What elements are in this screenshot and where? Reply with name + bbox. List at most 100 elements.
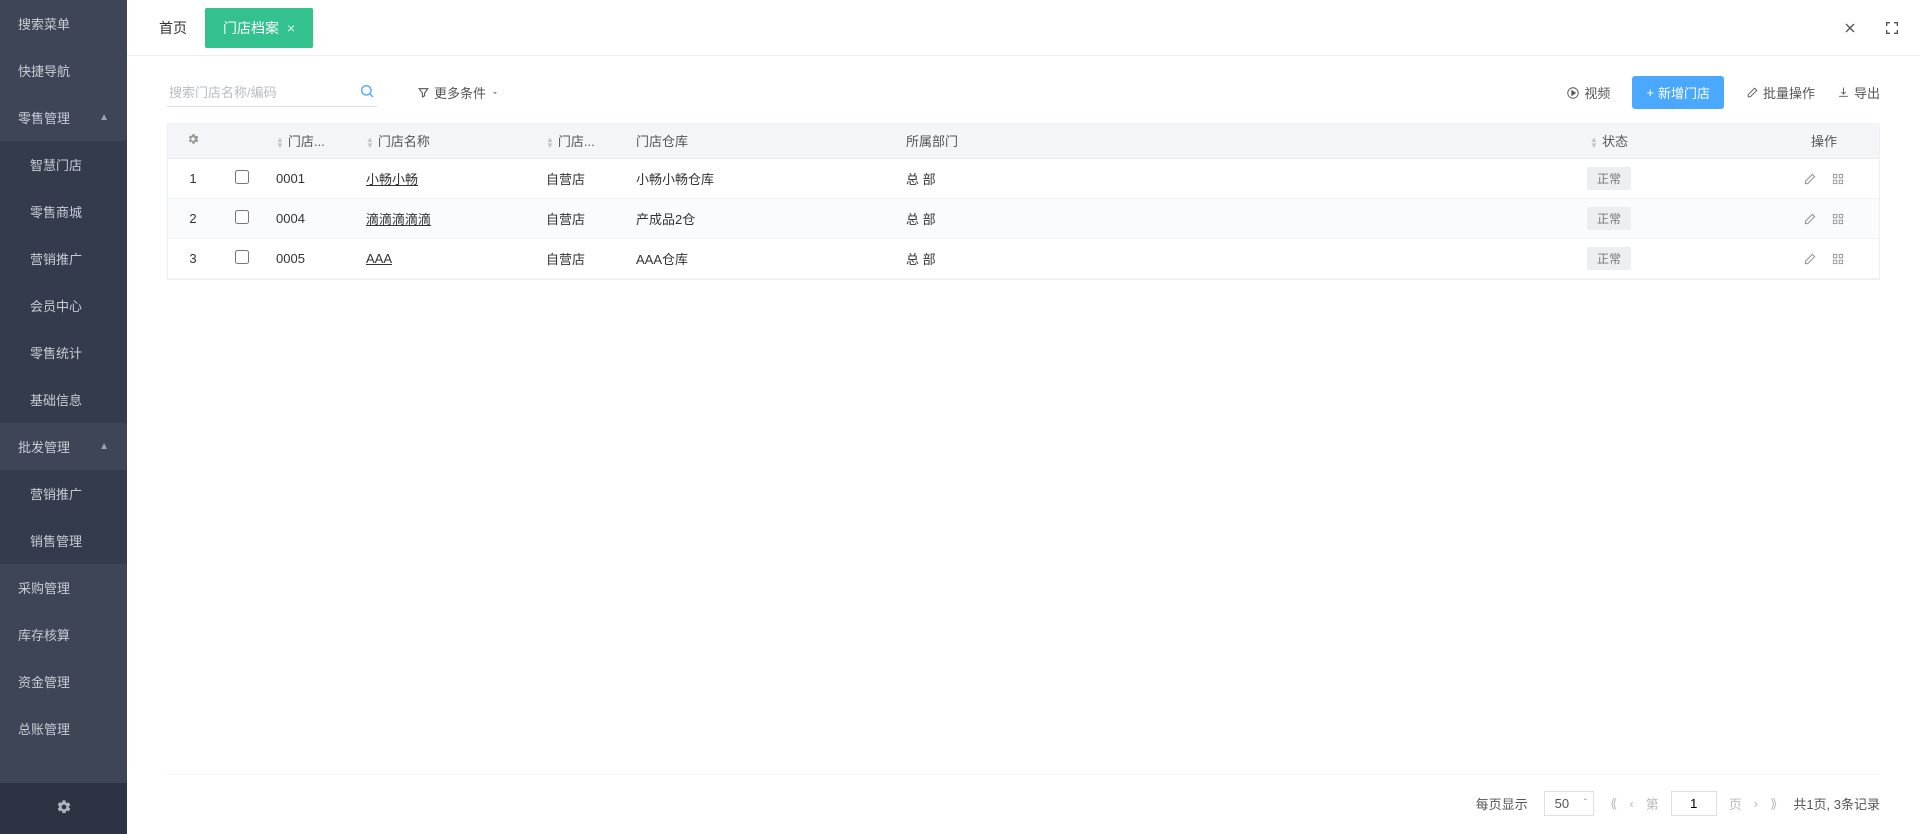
th-settings[interactable] bbox=[168, 123, 218, 159]
sidebar-item-label: 资金管理 bbox=[18, 672, 70, 691]
row-checkbox[interactable] bbox=[235, 210, 249, 224]
sidebar-item-8[interactable]: 基础信息 bbox=[0, 376, 127, 423]
row-checkbox[interactable] bbox=[235, 170, 249, 184]
settings-button[interactable] bbox=[0, 783, 127, 834]
batch-button[interactable]: 批量操作 bbox=[1746, 83, 1815, 102]
edit-icon[interactable] bbox=[1803, 252, 1817, 266]
sidebar-item-5[interactable]: 营销推广 bbox=[0, 235, 127, 282]
sidebar-item-10[interactable]: 营销推广 bbox=[0, 470, 127, 517]
export-button[interactable]: 导出 bbox=[1837, 83, 1880, 102]
search-input[interactable] bbox=[167, 79, 377, 106]
more-icon[interactable] bbox=[1831, 212, 1845, 226]
page-size-label: 每页显示 bbox=[1476, 794, 1528, 813]
store-name-link[interactable]: 小畅小畅 bbox=[366, 172, 418, 187]
next-page-button[interactable]: › bbox=[1754, 796, 1758, 811]
table-container: ▲▼门店... ▲▼门店名称 ▲▼门店... 门店仓库 所属部门 ▲▼状态 操作… bbox=[167, 123, 1880, 280]
sidebar-item-label: 会员中心 bbox=[30, 296, 82, 315]
sidebar-item-7[interactable]: 零售统计 bbox=[0, 329, 127, 376]
first-page-button[interactable]: ⟪ bbox=[1610, 796, 1617, 812]
sidebar-item-label: 采购管理 bbox=[18, 578, 70, 597]
sidebar-item-9[interactable]: 批发管理▲ bbox=[0, 423, 127, 470]
row-index: 2 bbox=[168, 199, 218, 239]
store-table: ▲▼门店... ▲▼门店名称 ▲▼门店... 门店仓库 所属部门 ▲▼状态 操作… bbox=[168, 123, 1879, 279]
page-nav: ⟪ ‹ 第 页 › ⟫ bbox=[1610, 791, 1777, 816]
th-checkbox bbox=[218, 123, 266, 159]
sidebar-item-label: 搜索菜单 bbox=[18, 14, 70, 33]
plus-icon: + bbox=[1646, 85, 1654, 100]
main-content: 首页 门店档案 × 更 bbox=[127, 0, 1920, 834]
more-icon[interactable] bbox=[1831, 252, 1845, 266]
store-name-link[interactable]: AAA bbox=[366, 251, 392, 266]
th-code[interactable]: ▲▼门店... bbox=[266, 123, 356, 159]
chevron-down-icon: ˇ bbox=[1584, 798, 1587, 809]
pagination: 每页显示 50 ˇ ⟪ ‹ 第 页 › ⟫ 共1页, 3条记录 bbox=[167, 774, 1880, 816]
sidebar-item-4[interactable]: 零售商城 bbox=[0, 188, 127, 235]
tab-store-archive[interactable]: 门店档案 × bbox=[205, 8, 313, 48]
th-name[interactable]: ▲▼门店名称 bbox=[356, 123, 536, 159]
cell-warehouse: AAA仓库 bbox=[626, 239, 896, 279]
sidebar-item-1[interactable]: 快捷导航 bbox=[0, 47, 127, 94]
close-all-button[interactable] bbox=[1836, 14, 1864, 42]
video-label: 视频 bbox=[1584, 83, 1610, 102]
th-type[interactable]: ▲▼门店... bbox=[536, 123, 626, 159]
fullscreen-button[interactable] bbox=[1878, 14, 1906, 42]
sidebar-item-6[interactable]: 会员中心 bbox=[0, 282, 127, 329]
add-store-label: 新增门店 bbox=[1658, 83, 1710, 102]
table-row: 20004滴滴滴滴滴自营店产成品2仓总 部正常 bbox=[168, 199, 1879, 239]
tab-home[interactable]: 首页 bbox=[141, 8, 205, 48]
cell-department: 总 部 bbox=[896, 159, 1449, 199]
sidebar-item-11[interactable]: 销售管理 bbox=[0, 517, 127, 564]
sidebar-item-label: 批发管理 bbox=[18, 437, 70, 456]
more-conditions-button[interactable]: 更多条件 bbox=[417, 83, 500, 102]
sidebar-item-label: 零售商城 bbox=[30, 202, 82, 221]
sidebar: 搜索菜单快捷导航零售管理▲智慧门店零售商城营销推广会员中心零售统计基础信息批发管… bbox=[0, 0, 127, 834]
status-badge: 正常 bbox=[1587, 167, 1631, 190]
video-button[interactable]: 视频 bbox=[1566, 83, 1610, 102]
more-conditions-label: 更多条件 bbox=[434, 83, 486, 102]
page-suffix: 页 bbox=[1729, 794, 1742, 813]
toolbar: 更多条件 视频 + 新增门店 批量操作 导出 bbox=[127, 56, 1920, 123]
row-checkbox[interactable] bbox=[235, 250, 249, 264]
th-actions: 操作 bbox=[1769, 123, 1879, 159]
page-input[interactable] bbox=[1671, 791, 1717, 816]
sidebar-item-15[interactable]: 总账管理 bbox=[0, 705, 127, 752]
page-size-select[interactable]: 50 ˇ bbox=[1544, 791, 1594, 816]
sidebar-item-14[interactable]: 资金管理 bbox=[0, 658, 127, 705]
more-icon[interactable] bbox=[1831, 172, 1845, 186]
sidebar-item-label: 营销推广 bbox=[30, 249, 82, 268]
sidebar-item-0[interactable]: 搜索菜单 bbox=[0, 0, 127, 47]
close-tab-icon[interactable]: × bbox=[287, 20, 295, 36]
prev-page-button[interactable]: ‹ bbox=[1629, 796, 1633, 811]
batch-label: 批量操作 bbox=[1763, 83, 1815, 102]
export-label: 导出 bbox=[1854, 83, 1880, 102]
fullscreen-icon bbox=[1884, 20, 1900, 36]
tab-label: 门店档案 bbox=[223, 18, 279, 38]
sidebar-item-label: 基础信息 bbox=[30, 390, 82, 409]
last-page-button[interactable]: ⟫ bbox=[1770, 796, 1777, 812]
play-circle-icon bbox=[1566, 86, 1580, 100]
sidebar-item-label: 营销推广 bbox=[30, 484, 82, 503]
sidebar-item-3[interactable]: 智慧门店 bbox=[0, 141, 127, 188]
sidebar-item-label: 零售统计 bbox=[30, 343, 82, 362]
cell-code: 0005 bbox=[266, 239, 356, 279]
add-store-button[interactable]: + 新增门店 bbox=[1632, 76, 1724, 109]
row-index: 3 bbox=[168, 239, 218, 279]
row-index: 1 bbox=[168, 159, 218, 199]
cell-warehouse: 产成品2仓 bbox=[626, 199, 896, 239]
sidebar-item-12[interactable]: 采购管理 bbox=[0, 564, 127, 611]
store-name-link[interactable]: 滴滴滴滴滴 bbox=[366, 212, 431, 227]
page-size-value: 50 bbox=[1555, 796, 1569, 811]
cell-type: 自营店 bbox=[536, 159, 626, 199]
sidebar-item-2[interactable]: 零售管理▲ bbox=[0, 94, 127, 141]
th-warehouse: 门店仓库 bbox=[626, 123, 896, 159]
th-status[interactable]: ▲▼状态 bbox=[1449, 123, 1769, 159]
gear-icon bbox=[186, 132, 200, 146]
edit-icon[interactable] bbox=[1803, 172, 1817, 186]
edit-icon[interactable] bbox=[1803, 212, 1817, 226]
sidebar-item-label: 快捷导航 bbox=[18, 61, 70, 80]
search-icon[interactable] bbox=[359, 83, 375, 102]
edit-icon bbox=[1746, 86, 1759, 99]
close-icon bbox=[1842, 20, 1858, 36]
cell-code: 0004 bbox=[266, 199, 356, 239]
sidebar-item-13[interactable]: 库存核算 bbox=[0, 611, 127, 658]
